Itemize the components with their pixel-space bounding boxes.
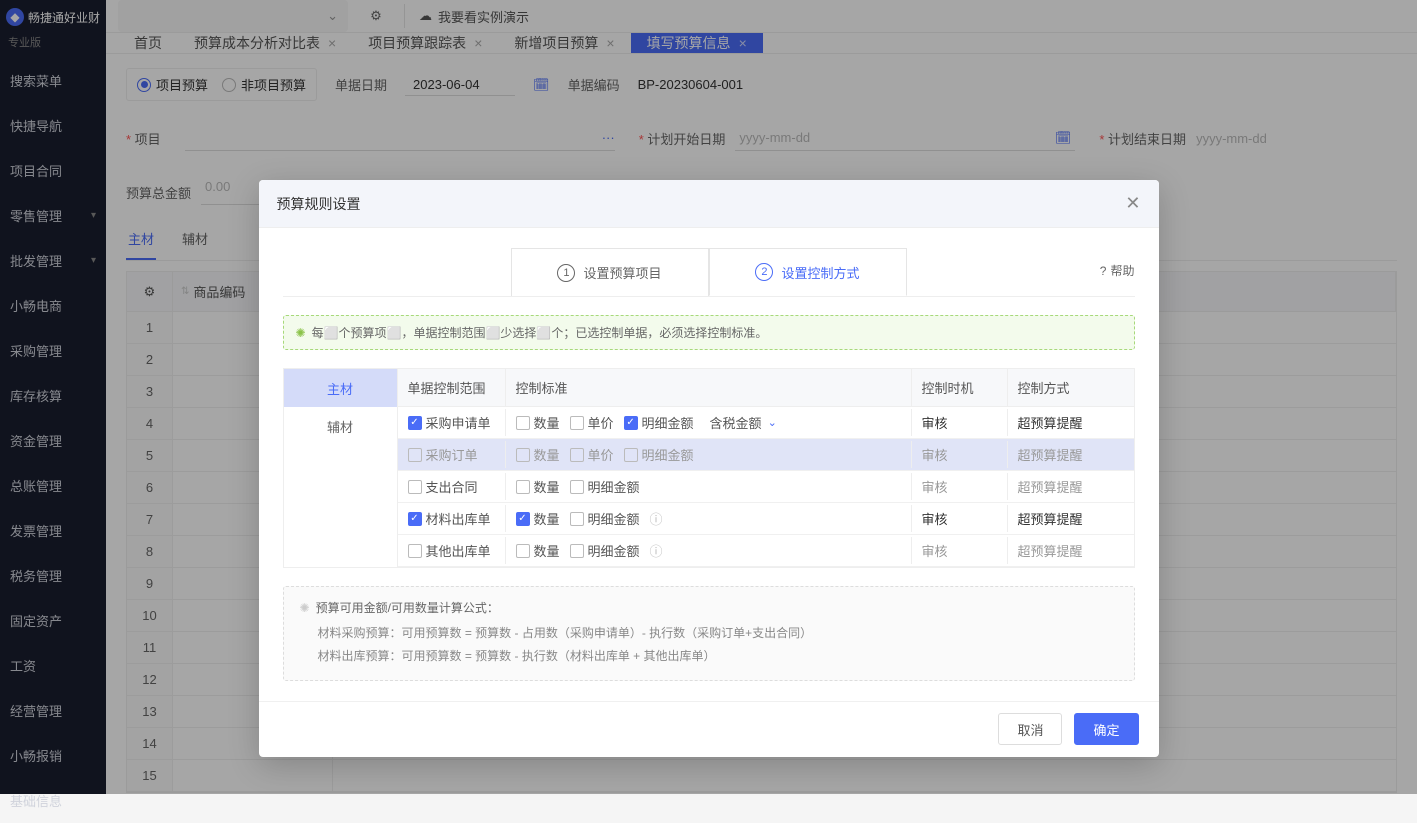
- help-link[interactable]: ? 帮助: [1100, 262, 1135, 279]
- info-icon[interactable]: ⓘ: [650, 509, 663, 528]
- control-row: 采购申请单 数量单价明细金额含税金额⌄ 审核 超预算提醒: [398, 407, 1134, 439]
- control-table: 主材 辅材 单据控制范围 控制标准 控制时机 控制方式 采购申请单 数量单价明细…: [283, 368, 1135, 568]
- tip-box: ✺ 每⬜个预算项⬜，单据控制范围⬜少选择⬜个；已选控制单据，必须选择控制标准。: [283, 315, 1135, 350]
- col-mode: 控制方式: [1008, 369, 1134, 406]
- checkbox-icon: [408, 416, 422, 430]
- col-standard: 控制标准: [506, 369, 912, 406]
- checkbox-scope[interactable]: 其他出库单: [408, 541, 491, 560]
- checkbox-icon: [408, 448, 422, 462]
- timing-cell: 审核: [912, 537, 1008, 564]
- checkbox-icon: [624, 448, 638, 462]
- checkbox-qty[interactable]: 数量: [516, 509, 560, 528]
- checkbox-icon: [408, 512, 422, 526]
- col-scope: 单据控制范围: [398, 369, 506, 406]
- modal-title: 预算规则设置: [277, 194, 361, 214]
- checkbox-scope[interactable]: 材料出库单: [408, 509, 491, 528]
- formula-title: 预算可用金额/可用数量计算公式：: [316, 599, 499, 616]
- checkbox-icon: [570, 416, 584, 430]
- checkbox-detail[interactable]: 明细金额: [570, 541, 640, 560]
- checkbox-icon: [516, 416, 530, 430]
- formula-line: 材料出库预算：可用预算数 = 预算数 - 执行数（材料出库单 + 其他出库单）: [300, 645, 1118, 668]
- checkbox-scope[interactable]: 支出合同: [408, 477, 478, 496]
- checkbox-icon: [516, 480, 530, 494]
- mode-cell: 超预算提醒: [1008, 505, 1134, 532]
- lightbulb-icon: ✺: [300, 601, 310, 615]
- timing-cell: 审核: [912, 473, 1008, 500]
- step-tab-1[interactable]: 1 设置预算项目: [511, 248, 709, 296]
- checkbox-detail[interactable]: 明细金额: [624, 413, 694, 432]
- checkbox-icon: [516, 448, 530, 462]
- checkbox-qty[interactable]: 数量: [516, 445, 560, 464]
- mode-cell: 超预算提醒: [1008, 409, 1134, 436]
- step-tabs: 1 设置预算项目 2 设置控制方式 ? 帮助: [283, 248, 1135, 297]
- col-timing: 控制时机: [912, 369, 1008, 406]
- tax-dropdown[interactable]: 含税金额⌄: [710, 413, 777, 432]
- modal-overlay: 预算规则设置 ✕ 1 设置预算项目 2 设置控制方式 ? 帮助: [0, 0, 1417, 794]
- material-tab-main[interactable]: 主材: [284, 369, 397, 407]
- step-label: 设置预算项目: [583, 263, 661, 282]
- control-row: 支出合同 数量明细金额 审核 超预算提醒: [398, 471, 1134, 503]
- checkbox-qty[interactable]: 数量: [516, 541, 560, 560]
- checkbox-qty[interactable]: 数量: [516, 477, 560, 496]
- info-icon[interactable]: ⓘ: [650, 541, 663, 560]
- budget-rule-modal: 预算规则设置 ✕ 1 设置预算项目 2 设置控制方式 ? 帮助: [259, 180, 1159, 757]
- checkbox-icon: [570, 448, 584, 462]
- help-icon: ?: [1100, 264, 1107, 278]
- timing-cell: 审核: [912, 409, 1008, 436]
- checkbox-icon: [570, 480, 584, 494]
- checkbox-icon: [516, 512, 530, 526]
- step-number: 1: [557, 264, 575, 282]
- checkbox-detail[interactable]: 明细金额: [570, 509, 640, 528]
- step-tab-2[interactable]: 2 设置控制方式: [709, 248, 907, 296]
- step-label: 设置控制方式: [781, 263, 859, 282]
- checkbox-icon: [516, 544, 530, 558]
- lightbulb-icon: ✺: [296, 326, 306, 340]
- control-row: 材料出库单 数量明细金额 ⓘ 审核 超预算提醒: [398, 503, 1134, 535]
- tip-text: 每⬜个预算项⬜，单据控制范围⬜少选择⬜个；已选控制单据，必须选择控制标准。: [312, 324, 768, 341]
- formula-line: 材料采购预算：可用预算数 = 预算数 - 占用数（采购申请单）- 执行数（采购订…: [300, 622, 1118, 645]
- cancel-button[interactable]: 取消: [998, 713, 1062, 745]
- mode-cell: 超预算提醒: [1008, 473, 1134, 500]
- control-row: 其他出库单 数量明细金额 ⓘ 审核 超预算提醒: [398, 535, 1134, 567]
- close-button[interactable]: ✕: [1125, 193, 1140, 214]
- control-row: 采购订单 数量单价明细金额 审核 超预算提醒: [398, 439, 1134, 471]
- mode-cell: 超预算提醒: [1008, 537, 1134, 564]
- checkbox-icon: [570, 512, 584, 526]
- mode-cell: 超预算提醒: [1008, 441, 1134, 468]
- checkbox-detail[interactable]: 明细金额: [624, 445, 694, 464]
- checkbox-price[interactable]: 单价: [570, 445, 614, 464]
- checkbox-detail[interactable]: 明细金额: [570, 477, 640, 496]
- step-number: 2: [755, 263, 773, 281]
- material-tab-aux[interactable]: 辅材: [284, 407, 397, 445]
- chevron-down-icon: ⌄: [768, 416, 777, 429]
- checkbox-qty[interactable]: 数量: [516, 413, 560, 432]
- checkbox-scope[interactable]: 采购申请单: [408, 413, 491, 432]
- checkbox-icon: [408, 544, 422, 558]
- checkbox-price[interactable]: 单价: [570, 413, 614, 432]
- checkbox-icon: [624, 416, 638, 430]
- formula-box: ✺ 预算可用金额/可用数量计算公式： 材料采购预算：可用预算数 = 预算数 - …: [283, 586, 1135, 681]
- checkbox-icon: [408, 480, 422, 494]
- checkbox-scope[interactable]: 采购订单: [408, 445, 478, 464]
- timing-cell: 审核: [912, 505, 1008, 532]
- timing-cell: 审核: [912, 441, 1008, 468]
- checkbox-icon: [570, 544, 584, 558]
- confirm-button[interactable]: 确定: [1074, 713, 1138, 745]
